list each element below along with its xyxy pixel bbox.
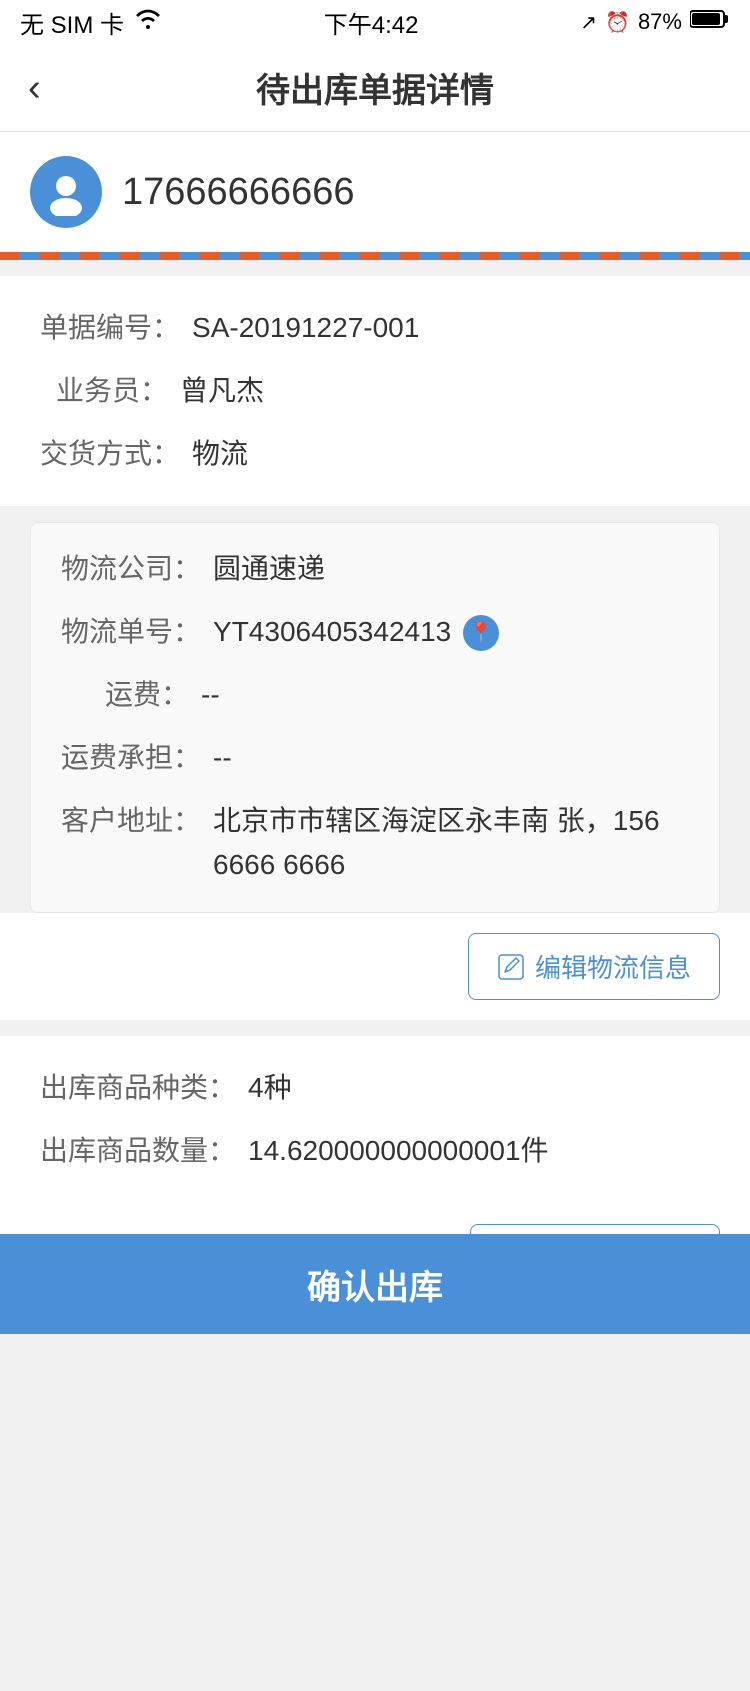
- goods-section: 出库商品种类： 4种 出库商品数量： 14.620000000000001件: [0, 1036, 750, 1204]
- edit-logistics-container: 编辑物流信息: [0, 913, 750, 1020]
- edit-logistics-button[interactable]: 编辑物流信息: [468, 933, 720, 1000]
- document-number-row: 单据编号： SA-20191227-001: [40, 306, 710, 351]
- delivery-method-row: 交货方式： 物流: [40, 432, 710, 477]
- document-number-label: 单据编号：: [40, 306, 192, 351]
- goods-type-label: 出库商品种类：: [40, 1066, 248, 1111]
- goods-quantity-value: 14.620000000000001件: [248, 1129, 710, 1174]
- goods-quantity-label: 出库商品数量：: [40, 1129, 248, 1174]
- user-phone: 17666666666: [122, 171, 354, 214]
- location-status-icon: ↗: [580, 10, 597, 35]
- tracking-location-icon[interactable]: [463, 615, 499, 651]
- status-bar: 无 SIM 卡 下午4:42 ↗ ⏰ 87%: [0, 0, 750, 44]
- user-header: 17666666666: [0, 132, 750, 252]
- freight-bearer-label: 运费承担：: [61, 736, 213, 781]
- freight-label: 运费：: [61, 673, 201, 718]
- confirm-button-label: 确认出库: [307, 1260, 443, 1309]
- logistics-company-row: 物流公司： 圆通速递: [61, 547, 689, 592]
- document-number-value: SA-20191227-001: [192, 306, 710, 351]
- delivery-method-label: 交货方式：: [40, 432, 192, 477]
- sales-person-value: 曾凡杰: [180, 369, 710, 414]
- freight-bearer-value: --: [213, 736, 689, 781]
- wifi-icon: [134, 8, 162, 36]
- battery-icon: [690, 8, 730, 36]
- nav-bar: ‹ 待出库单据详情: [0, 44, 750, 132]
- status-right: ↗ ⏰ 87%: [580, 8, 730, 36]
- address-row: 客户地址： 北京市市辖区海淀区永丰南 张，156 6666 6666: [61, 799, 689, 889]
- freight-value: --: [201, 673, 689, 718]
- freight-bearer-row: 运费承担： --: [61, 736, 689, 781]
- goods-type-row: 出库商品种类： 4种: [40, 1066, 710, 1111]
- status-left: 无 SIM 卡: [20, 5, 162, 40]
- address-value: 北京市市辖区海淀区永丰南 张，156 6666 6666: [213, 799, 689, 889]
- edit-icon: [497, 953, 525, 981]
- logistics-company-value: 圆通速递: [213, 547, 689, 592]
- section-divider-1: [0, 1020, 750, 1036]
- battery-text: 87%: [638, 9, 682, 35]
- page-title: 待出库单据详情: [256, 63, 494, 112]
- delivery-method-value: 物流: [192, 432, 710, 477]
- logistics-card: 物流公司： 圆通速递 物流单号： YT43064053424​13 运费： --…: [30, 522, 720, 913]
- carrier-text: 无 SIM 卡: [20, 5, 124, 40]
- goods-type-value: 4种: [248, 1066, 710, 1111]
- avatar: [30, 156, 102, 228]
- section-divider-2: [0, 1311, 750, 1591]
- freight-row: 运费： --: [61, 673, 689, 718]
- sales-person-label: 业务员：: [40, 369, 180, 414]
- sales-person-row: 业务员： 曾凡杰: [40, 369, 710, 414]
- time-display: 下午4:42: [324, 5, 419, 40]
- tracking-number-row: 物流单号： YT43064053424​13: [61, 610, 689, 655]
- logistics-company-label: 物流公司：: [61, 547, 213, 592]
- address-label: 客户地址：: [61, 799, 213, 844]
- alarm-icon: ⏰: [605, 10, 630, 35]
- tracking-label: 物流单号：: [61, 610, 213, 655]
- edit-logistics-label: 编辑物流信息: [535, 948, 691, 985]
- confirm-button[interactable]: 确认出库: [0, 1234, 750, 1334]
- back-button[interactable]: ‹: [28, 69, 41, 107]
- basic-info-section: 单据编号： SA-20191227-001 业务员： 曾凡杰 交货方式： 物流: [0, 276, 750, 506]
- goods-quantity-row: 出库商品数量： 14.620000000000001件: [40, 1129, 710, 1174]
- tracking-value: YT43064053424​13: [213, 610, 689, 655]
- dashed-divider: [0, 252, 750, 260]
